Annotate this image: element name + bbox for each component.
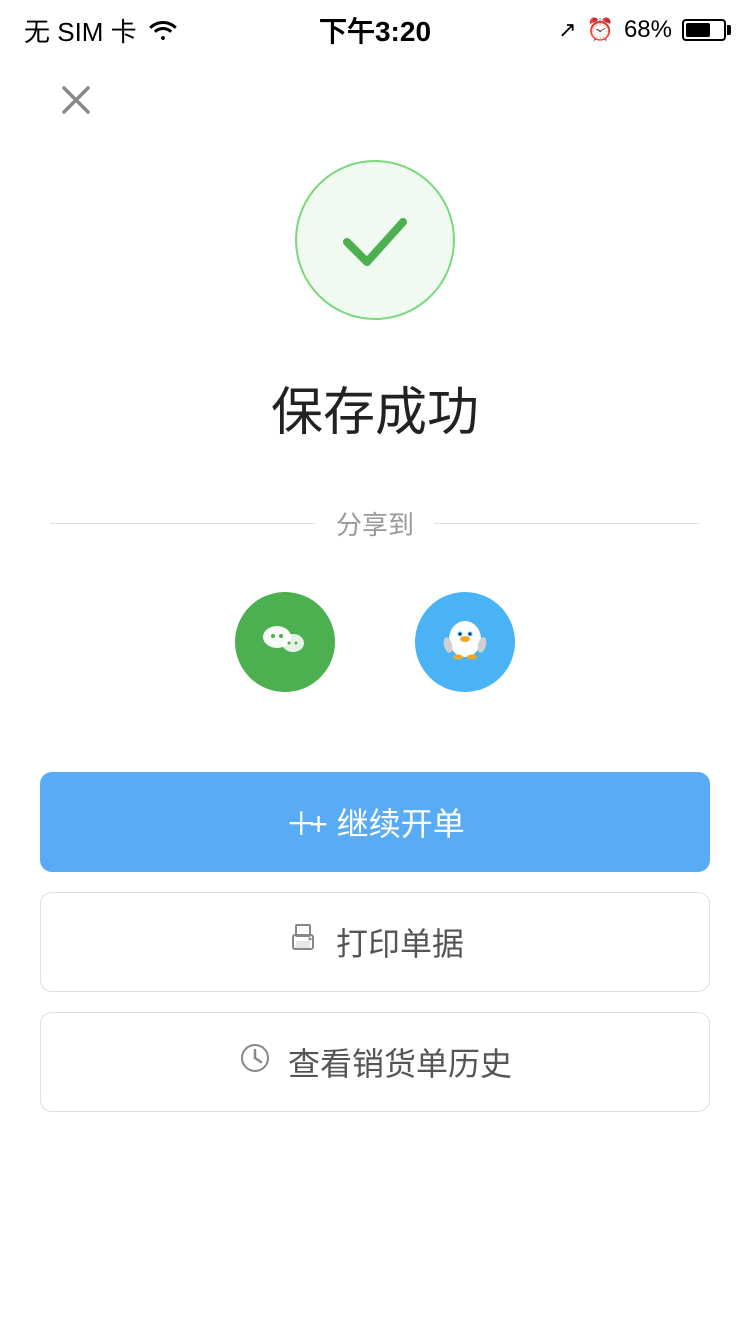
divider-right <box>434 523 700 524</box>
location-icon: ↗ <box>558 17 576 43</box>
share-label: 分享到 <box>316 505 434 542</box>
wifi-icon <box>147 18 179 42</box>
clock-svg <box>238 1041 272 1075</box>
status-right: ↗ ⏰ 68% <box>558 16 726 44</box>
qq-icon <box>436 613 494 671</box>
status-bar: 无 SIM 卡 下午3:20 ↗ ⏰ 68% <box>0 0 750 60</box>
action-buttons: ＋ + 继续开单 打印单据 查看销货单 <box>0 772 750 1112</box>
print-button[interactable]: 打印单据 <box>40 892 710 992</box>
continue-order-label: + 继续开单 <box>309 799 465 845</box>
share-section: 分享到 <box>0 505 750 542</box>
alarm-icon: ⏰ <box>587 17 614 43</box>
success-indicator <box>295 160 455 320</box>
battery-indicator <box>682 19 726 41</box>
history-button[interactable]: 查看销货单历史 <box>40 1012 710 1112</box>
close-icon <box>58 82 94 118</box>
no-sim-text: 无 SIM 卡 <box>24 12 137 49</box>
qq-share-button[interactable] <box>415 592 515 692</box>
close-button[interactable] <box>48 72 104 128</box>
wechat-icon <box>256 613 314 671</box>
printer-icon <box>286 921 320 963</box>
share-icons <box>235 592 515 692</box>
status-time: 下午3:20 <box>319 10 431 50</box>
main-content: 保存成功 分享到 <box>0 60 750 1112</box>
checkmark-icon <box>335 200 415 280</box>
clock-icon <box>238 1041 272 1083</box>
continue-order-button[interactable]: ＋ + 继续开单 <box>40 772 710 872</box>
battery-percent: 68% <box>624 16 672 44</box>
divider-left <box>50 523 316 524</box>
wechat-share-button[interactable] <box>235 592 335 692</box>
status-left: 无 SIM 卡 <box>24 12 179 49</box>
print-label: 打印单据 <box>336 919 464 965</box>
success-title: 保存成功 <box>271 370 479 445</box>
history-label: 查看销货单历史 <box>288 1039 512 1085</box>
printer-svg <box>286 921 320 955</box>
